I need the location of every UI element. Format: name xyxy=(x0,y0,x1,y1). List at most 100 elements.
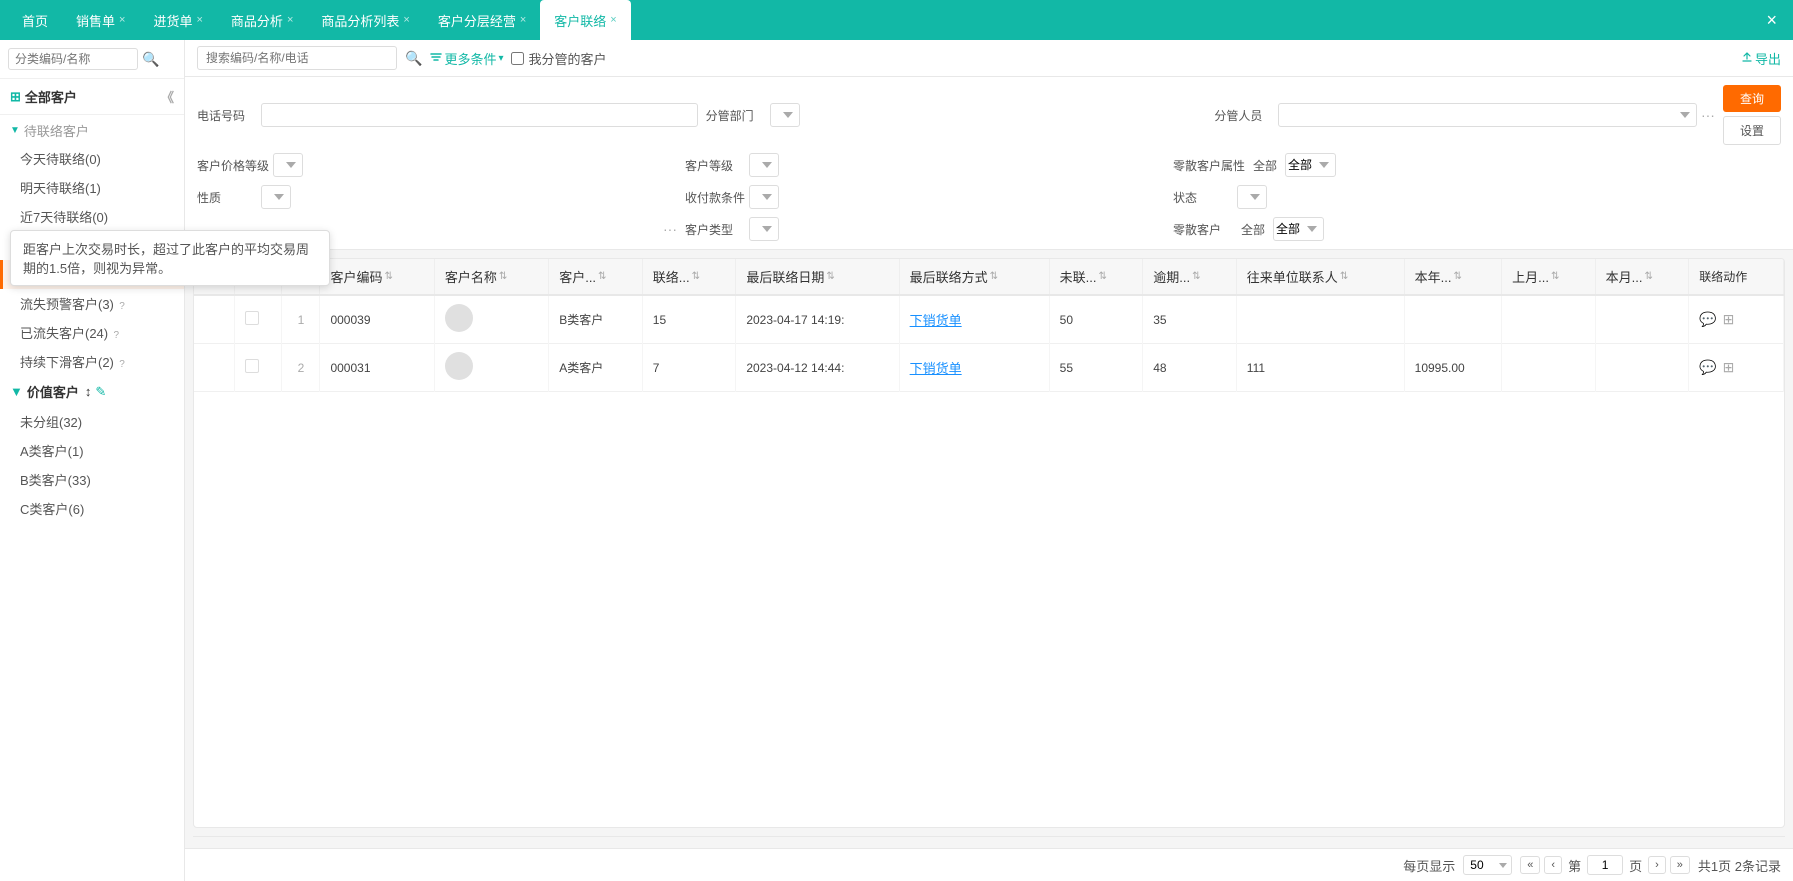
row1-chat-icon[interactable]: 💬 xyxy=(1699,311,1716,328)
page-size-select[interactable]: 50 20 100 xyxy=(1463,855,1512,875)
sidebar-search-icon[interactable]: 🔍 xyxy=(142,51,159,68)
nav-home[interactable]: 首页 xyxy=(8,0,62,40)
sidebar-a-customers[interactable]: A类客户(1) xyxy=(0,436,184,465)
contact-column-header[interactable]: 联络...⇅ xyxy=(642,259,736,295)
uncontacted-column-header[interactable]: 未联...⇅ xyxy=(1049,259,1143,295)
uncontacted-sort-icon[interactable]: ⇅ xyxy=(1099,271,1107,282)
my-customers-checkbox[interactable] xyxy=(511,52,524,65)
row2-checkbox-input[interactable] xyxy=(245,359,259,373)
row2-last-method-link[interactable]: 下销货单 xyxy=(910,361,962,376)
customer-search-input[interactable] xyxy=(197,46,397,70)
nav-product-analysis[interactable]: 商品分析 × xyxy=(217,0,307,40)
nav-close-analysis-list[interactable]: × xyxy=(403,14,409,26)
sidebar-collapse-icon[interactable]: 《 xyxy=(161,87,174,106)
row2-last-method[interactable]: 下销货单 xyxy=(899,344,1049,392)
scattered-attr-select[interactable]: 全部 xyxy=(1285,153,1336,177)
row1-checkbox-input[interactable] xyxy=(245,311,259,325)
nav-sales[interactable]: 销售单 × xyxy=(62,0,139,40)
scattered-select[interactable]: 全部 xyxy=(1273,217,1324,241)
nature-wrapper xyxy=(261,185,677,209)
sidebar: 🔍 ⊞ 全部客户 《 ▼ 待联络客户 今天待联络(0) 明天待联络(1) 近7天… xyxy=(0,40,185,881)
nav-close-contact[interactable]: × xyxy=(610,14,616,26)
last-page-btn[interactable]: » xyxy=(1670,856,1690,874)
settings-button[interactable]: 设置 xyxy=(1723,116,1781,145)
name-sort-icon[interactable]: ⇅ xyxy=(499,271,507,282)
row2-checkbox[interactable] xyxy=(234,344,282,392)
sidebar-b-customers[interactable]: B类客户(33) xyxy=(0,465,184,494)
sidebar-7days-pending[interactable]: 近7天待联络(0) xyxy=(0,202,184,231)
sidebar-all-customers[interactable]: ⊞ 全部客户 《 xyxy=(0,79,184,115)
sidebar-c-customers[interactable]: C类客户(6) xyxy=(0,494,184,523)
last-date-column-header[interactable]: 最后联络日期⇅ xyxy=(736,259,899,295)
value-sort-icon[interactable]: ↕ xyxy=(85,384,92,399)
horizontal-scrollbar[interactable] xyxy=(193,836,1785,848)
row1-more-icon[interactable]: ⊞ xyxy=(1723,311,1735,328)
code-sort-icon[interactable]: ⇅ xyxy=(384,271,392,282)
sidebar-lost-pre[interactable]: 流失预警客户(3) ? xyxy=(0,289,184,318)
first-page-btn[interactable]: « xyxy=(1520,856,1540,874)
contact-sort-icon[interactable]: ⇅ xyxy=(692,271,700,282)
contact-person-column-header[interactable]: 往来单位联系人⇅ xyxy=(1236,259,1404,295)
prev-page-btn[interactable]: ‹ xyxy=(1544,856,1562,874)
filter-more-dots[interactable]: ··· xyxy=(663,221,677,237)
query-button[interactable]: 查询 xyxy=(1723,85,1781,112)
last-method-sort-icon[interactable]: ⇅ xyxy=(990,271,998,282)
export-btn[interactable]: 导出 xyxy=(1741,49,1781,68)
sidebar-today-pending[interactable]: 今天待联络(0) xyxy=(0,144,184,173)
contact-person-sort-icon[interactable]: ⇅ xyxy=(1340,271,1348,282)
row2-more-icon[interactable]: ⊞ xyxy=(1723,359,1735,376)
declining-info-icon[interactable]: ? xyxy=(119,359,125,370)
last-method-column-header[interactable]: 最后联络方式⇅ xyxy=(899,259,1049,295)
this-year-column-header[interactable]: 本年...⇅ xyxy=(1404,259,1501,295)
window-close-btn[interactable]: × xyxy=(1758,10,1785,31)
nav-close-sales[interactable]: × xyxy=(119,14,125,26)
overdue-column-header[interactable]: 逾期...⇅ xyxy=(1143,259,1237,295)
lost-actual-info-icon[interactable]: ? xyxy=(113,330,119,341)
more-conditions-btn[interactable]: 更多条件 ▾ xyxy=(430,49,503,68)
this-month-column-header[interactable]: 本月...⇅ xyxy=(1595,259,1689,295)
price-level-select[interactable] xyxy=(273,153,303,177)
payment-select[interactable] xyxy=(749,185,779,209)
lost-pre-info-icon[interactable]: ? xyxy=(119,301,125,312)
phone-input[interactable] xyxy=(261,103,698,127)
row2-chat-icon[interactable]: 💬 xyxy=(1699,359,1716,376)
sidebar-tomorrow-pending[interactable]: 明天待联络(1) xyxy=(0,173,184,202)
status-select[interactable] xyxy=(1237,185,1267,209)
value-edit-icon[interactable]: ✎ xyxy=(95,384,106,400)
sidebar-lost-actual[interactable]: 已流失客户(24) ? xyxy=(0,318,184,347)
nav-customer-contact[interactable]: 客户联络 × xyxy=(540,0,630,40)
sidebar-declining[interactable]: 持续下滑客户(2) ? xyxy=(0,347,184,376)
next-page-btn[interactable]: › xyxy=(1648,856,1666,874)
nav-analysis-list[interactable]: 商品分析列表 × xyxy=(307,0,423,40)
row1-checkbox[interactable] xyxy=(234,295,282,344)
customer-level-select[interactable] xyxy=(749,153,779,177)
last-date-sort-icon[interactable]: ⇅ xyxy=(826,271,834,282)
code-column-header[interactable]: 客户编码⇅ xyxy=(320,259,434,295)
this-year-sort-icon[interactable]: ⇅ xyxy=(1454,271,1462,282)
nav-customer-tier[interactable]: 客户分层经营 × xyxy=(424,0,540,40)
nav-close-tier[interactable]: × xyxy=(520,14,526,26)
page-input[interactable] xyxy=(1587,855,1623,875)
name-column-header[interactable]: 客户名称⇅ xyxy=(434,259,548,295)
sidebar-pending-group[interactable]: ▼ 待联络客户 xyxy=(0,115,184,144)
customer-search-icon[interactable]: 🔍 xyxy=(405,50,422,67)
overdue-sort-icon[interactable]: ⇅ xyxy=(1192,271,1200,282)
sidebar-ungrouped[interactable]: 未分组(32) xyxy=(0,407,184,436)
dept-select[interactable] xyxy=(770,103,800,127)
sidebar-search-input[interactable] xyxy=(8,48,138,70)
last-month-sort-icon[interactable]: ⇅ xyxy=(1551,271,1559,282)
my-customers-checkbox-label[interactable]: 我分管的客户 xyxy=(511,49,606,68)
this-month-sort-icon[interactable]: ⇅ xyxy=(1645,271,1653,282)
last-month-column-header[interactable]: 上月...⇅ xyxy=(1502,259,1596,295)
nav-close-analysis[interactable]: × xyxy=(287,14,293,26)
type-sort-icon[interactable]: ⇅ xyxy=(598,271,606,282)
nav-close-purchase[interactable]: × xyxy=(196,14,202,26)
customer-type-select[interactable] xyxy=(749,217,779,241)
nature-select[interactable] xyxy=(261,185,291,209)
type-column-header[interactable]: 客户...⇅ xyxy=(549,259,643,295)
nav-purchase[interactable]: 进货单 × xyxy=(139,0,216,40)
manager-dots[interactable]: ··· xyxy=(1701,107,1715,123)
manager-select[interactable] xyxy=(1278,103,1697,127)
row1-last-method[interactable]: 下销货单 xyxy=(899,295,1049,344)
row1-last-method-link[interactable]: 下销货单 xyxy=(910,313,962,328)
